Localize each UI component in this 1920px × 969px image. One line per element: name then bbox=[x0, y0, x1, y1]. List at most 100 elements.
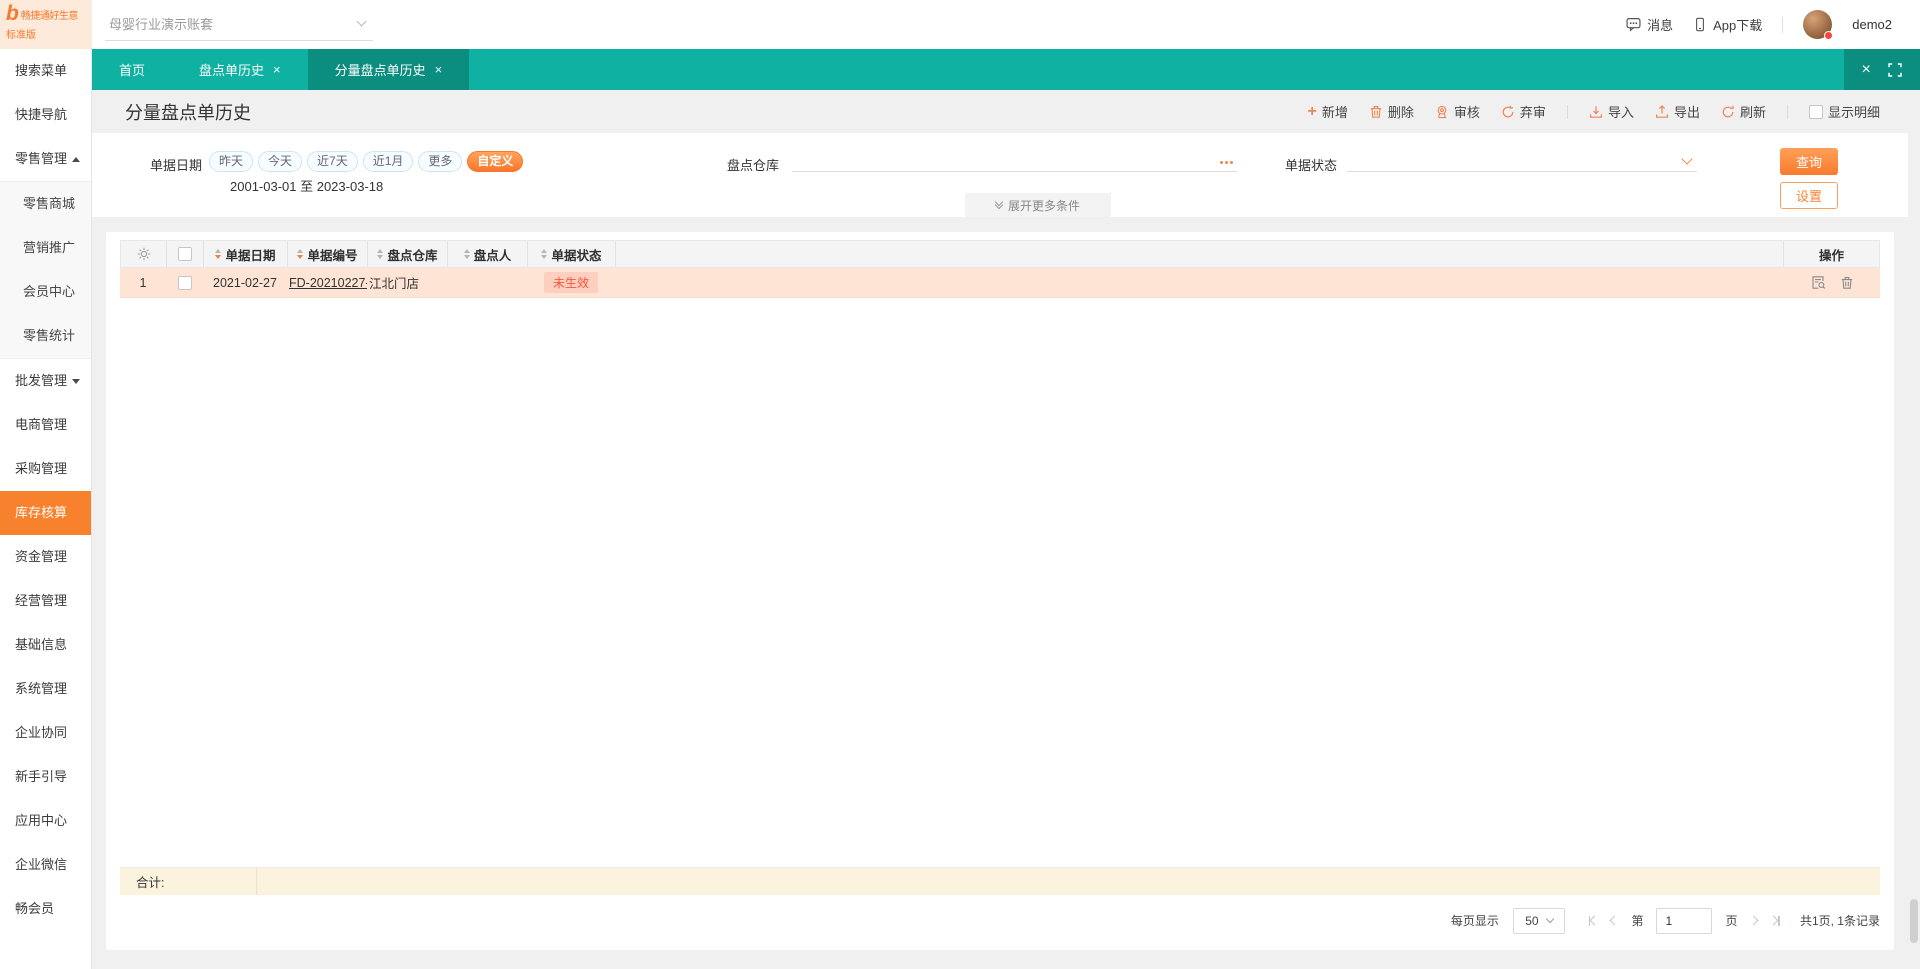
app-download-button[interactable]: App下载 bbox=[1693, 15, 1762, 34]
sidebar-item-label: 库存核算 bbox=[15, 505, 68, 520]
per-page-label: 每页显示 bbox=[1450, 914, 1499, 928]
tab-inventory-history[interactable]: 盘点单历史 × bbox=[172, 49, 308, 90]
settings-label: 设置 bbox=[1795, 189, 1822, 204]
username: demo2 bbox=[1852, 17, 1892, 32]
column-label: 单据编号 bbox=[307, 248, 358, 263]
query-button[interactable]: 查询 bbox=[1780, 148, 1838, 175]
last-page-button[interactable] bbox=[1769, 915, 1780, 926]
sidebar-item-retail-mall[interactable]: 零售商城 bbox=[0, 182, 91, 226]
column-checker[interactable]: 盘点人 bbox=[448, 241, 528, 267]
app-window: b 畅捷通好生意 标准版 搜索菜单 快捷导航 零售管理 零售商城 营销推广 会员… bbox=[0, 0, 1920, 969]
sidebar-item-ecommerce-mgmt[interactable]: 电商管理 bbox=[0, 403, 91, 447]
sort-icon[interactable] bbox=[541, 249, 548, 259]
audit-button[interactable]: 审核 bbox=[1435, 102, 1480, 121]
sidebar-item-funds-mgmt[interactable]: 资金管理 bbox=[0, 535, 91, 579]
sidebar-item-app-center[interactable]: 应用中心 bbox=[0, 799, 91, 843]
account-select[interactable]: 母婴行业演示账套 bbox=[105, 7, 373, 41]
sidebar-item-purchase-mgmt[interactable]: 采购管理 bbox=[0, 447, 91, 491]
sidebar-item-chang-member[interactable]: 畅会员 bbox=[0, 887, 91, 931]
page-input[interactable] bbox=[1656, 907, 1713, 934]
messages-button[interactable]: 消息 bbox=[1626, 15, 1673, 34]
sidebar-item-member-center[interactable]: 会员中心 bbox=[0, 270, 91, 314]
sidebar-item-beginner-guide[interactable]: 新手引导 bbox=[0, 755, 91, 799]
filter-panel: 单据日期 昨天 今天 近7天 近1月 更多 自定义 2001-03-01 至 2… bbox=[92, 133, 1908, 217]
doc-no-link[interactable]: FD-20210227-0 bbox=[289, 276, 367, 290]
brand-logo: b 畅捷通好生意 标准版 bbox=[0, 0, 92, 49]
preset-today[interactable]: 今天 bbox=[258, 151, 303, 172]
doc-status-select[interactable] bbox=[1347, 146, 1697, 172]
more-icon[interactable] bbox=[1220, 161, 1233, 164]
sidebar-item-label: 新手引导 bbox=[15, 769, 68, 784]
add-button[interactable]: + 新增 bbox=[1308, 102, 1348, 121]
checkbox-icon[interactable] bbox=[1808, 104, 1823, 119]
table-row[interactable]: 1 2021-02-27 FD-20210227-0 江北门店 未生效 bbox=[120, 268, 1880, 298]
prev-page-button[interactable] bbox=[1609, 915, 1620, 926]
sidebar-item-label: 企业协同 bbox=[15, 725, 68, 740]
sidebar-item-system-mgmt[interactable]: 系统管理 bbox=[0, 667, 91, 711]
sidebar-item-wholesale-mgmt[interactable]: 批发管理 bbox=[0, 359, 91, 403]
close-icon[interactable]: × bbox=[435, 62, 443, 77]
column-doc-status[interactable]: 单据状态 bbox=[528, 241, 616, 267]
delete-button[interactable]: 删除 bbox=[1369, 102, 1414, 121]
sidebar-item-label: 经营管理 bbox=[15, 593, 68, 608]
tab-home[interactable]: 首页 bbox=[92, 49, 172, 90]
column-doc-date[interactable]: 单据日期 bbox=[204, 241, 288, 267]
expand-more-conditions[interactable]: 展开更多条件 bbox=[965, 193, 1111, 217]
first-page-button[interactable] bbox=[1588, 915, 1600, 926]
sidebar-item-enterprise-collab[interactable]: 企业协同 bbox=[0, 711, 91, 755]
sidebar-item-retail-mgmt[interactable]: 零售管理 bbox=[0, 137, 91, 181]
import-button[interactable]: 导入 bbox=[1589, 102, 1634, 121]
per-page-value: 50 bbox=[1525, 913, 1539, 928]
sort-icon[interactable] bbox=[463, 249, 470, 259]
select-all-checkbox[interactable] bbox=[167, 241, 204, 267]
sort-icon[interactable] bbox=[377, 249, 384, 259]
scrollbar[interactable] bbox=[1908, 90, 1920, 969]
per-page-select[interactable]: 50 bbox=[1512, 907, 1565, 934]
audit-label: 审核 bbox=[1453, 105, 1480, 120]
warehouse-input[interactable] bbox=[792, 146, 1237, 172]
preset-custom[interactable]: 自定义 bbox=[467, 151, 524, 172]
page-suffix: 页 bbox=[1725, 914, 1738, 928]
sidebar-item-basic-info[interactable]: 基础信息 bbox=[0, 623, 91, 667]
next-page-button[interactable] bbox=[1749, 915, 1759, 926]
settings-button[interactable]: 设置 bbox=[1780, 182, 1838, 209]
add-label: 新增 bbox=[1321, 105, 1348, 120]
sidebar-item-search-menu[interactable]: 搜索菜单 bbox=[0, 49, 91, 93]
sidebar-item-operation-mgmt[interactable]: 经营管理 bbox=[0, 579, 91, 623]
export-button[interactable]: 导出 bbox=[1655, 102, 1700, 121]
show-detail-checkbox[interactable]: 显示明细 bbox=[1808, 102, 1880, 121]
unaudit-label: 弃审 bbox=[1519, 105, 1546, 120]
column-doc-no[interactable]: 单据编号 bbox=[288, 241, 368, 267]
sidebar-item-marketing[interactable]: 营销推广 bbox=[0, 226, 91, 270]
delete-row-icon[interactable] bbox=[1840, 276, 1854, 290]
checkbox-icon[interactable] bbox=[177, 275, 192, 290]
sidebar-item-inventory-accounting[interactable]: 库存核算 bbox=[0, 491, 91, 535]
sidebar-item-enterprise-wechat[interactable]: 企业微信 bbox=[0, 843, 91, 887]
preset-more[interactable]: 更多 bbox=[418, 151, 463, 172]
sidebar-item-label: 零售管理 bbox=[15, 151, 68, 166]
sidebar-item-retail-stats[interactable]: 零售统计 bbox=[0, 314, 91, 358]
date-preset-pills: 昨天 今天 近7天 近1月 更多 自定义 bbox=[209, 151, 524, 172]
preset-last7days[interactable]: 近7天 bbox=[307, 151, 358, 172]
scrollbar-thumb[interactable] bbox=[1910, 899, 1918, 943]
checkbox-icon[interactable] bbox=[178, 247, 192, 261]
tab-weight-inventory-history[interactable]: 分量盘点单历史 × bbox=[307, 49, 470, 90]
column-warehouse[interactable]: 盘点仓库 bbox=[368, 241, 448, 267]
view-doc-icon[interactable] bbox=[1811, 275, 1826, 290]
close-tab-icon[interactable]: × bbox=[1862, 61, 1871, 79]
sidebar-item-quick-nav[interactable]: 快捷导航 bbox=[0, 93, 91, 137]
date-range-value[interactable]: 2001-03-01 至 2023-03-18 bbox=[230, 176, 383, 195]
refresh-button[interactable]: 刷新 bbox=[1721, 102, 1766, 121]
page-nav: 第 页 bbox=[1588, 907, 1780, 934]
preset-last-month[interactable]: 近1月 bbox=[362, 151, 414, 172]
account-select-value: 母婴行业演示账套 bbox=[109, 17, 214, 32]
column-settings-button[interactable] bbox=[121, 241, 167, 267]
preset-yesterday[interactable]: 昨天 bbox=[209, 151, 254, 172]
avatar[interactable] bbox=[1803, 10, 1834, 40]
row-checkbox[interactable] bbox=[166, 268, 203, 297]
sort-icon[interactable] bbox=[215, 249, 222, 259]
sort-icon[interactable] bbox=[297, 249, 304, 259]
fullscreen-icon[interactable] bbox=[1888, 62, 1903, 77]
unaudit-button[interactable]: 弃审 bbox=[1501, 102, 1546, 121]
close-icon[interactable]: × bbox=[273, 62, 281, 77]
